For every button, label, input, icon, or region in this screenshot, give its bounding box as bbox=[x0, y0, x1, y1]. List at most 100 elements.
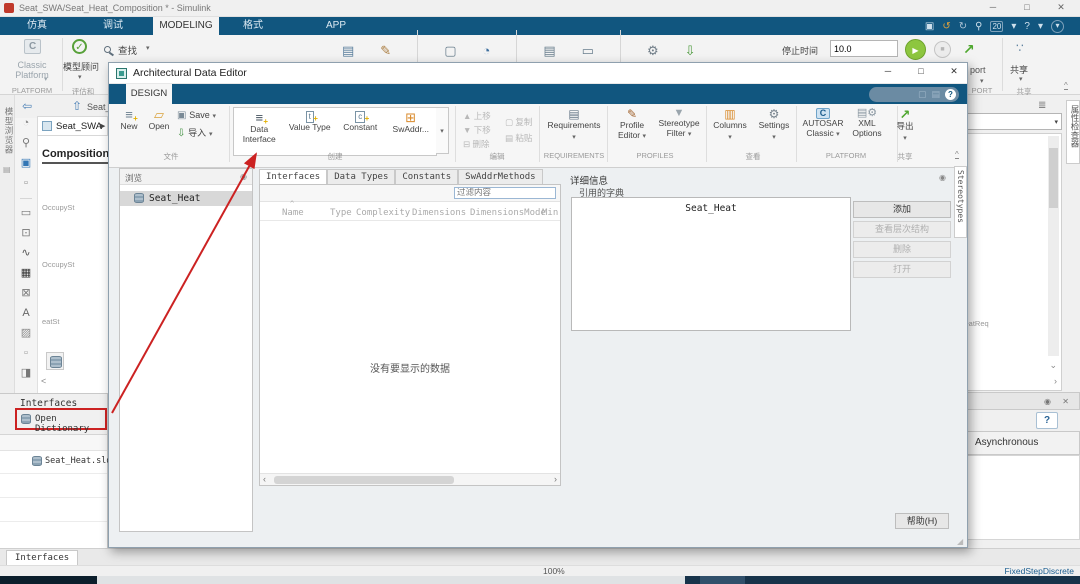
columns-button[interactable]: ▥ Columns ▾ bbox=[710, 108, 750, 142]
autosar-classic-button[interactable]: C AUTOSAR Classic ▾ bbox=[799, 108, 847, 139]
details-collapse-icon[interactable]: ◉ bbox=[939, 173, 946, 182]
panel-filter-icon[interactable]: ◉ bbox=[1044, 397, 1051, 406]
stop-button[interactable]: ■ bbox=[934, 41, 951, 58]
column-name[interactable]: Name bbox=[282, 208, 304, 218]
canvas[interactable]: Composition OccupySt OccupySt eatSt < bbox=[37, 136, 110, 393]
crossing-icon[interactable]: ⊠ bbox=[21, 288, 30, 299]
save-button[interactable]: ▣ Save ▾ bbox=[177, 110, 216, 121]
dialog-collapse-ribbon-icon[interactable]: ^ bbox=[955, 151, 959, 159]
tab-design[interactable]: DESIGN bbox=[126, 84, 172, 104]
taskbar-active-button[interactable] bbox=[700, 576, 745, 584]
column-dimensionsmode[interactable]: DimensionsMode bbox=[470, 208, 546, 218]
fit-view-icon[interactable]: ▣ bbox=[21, 158, 31, 169]
checklist-icon[interactable]: ▤ bbox=[543, 44, 555, 57]
grid-icon[interactable]: ▦ bbox=[21, 268, 31, 279]
viewport-icon[interactable]: ▭ bbox=[21, 208, 31, 219]
tab-simulation[interactable]: 仿真 bbox=[12, 17, 62, 35]
settings-button[interactable]: ⚙ Settings ▾ bbox=[754, 108, 794, 142]
screenshot-dropdown-icon[interactable]: ▾ bbox=[1011, 21, 1016, 32]
find-button[interactable]: 查找 bbox=[118, 43, 137, 57]
open-dictionary-button[interactable]: Open Dictionary bbox=[35, 414, 107, 434]
hide-markup-icon[interactable]: ◔ bbox=[23, 118, 30, 129]
annotation-icon[interactable]: ✎ bbox=[380, 44, 391, 57]
image-annotation-icon[interactable]: ▨ bbox=[21, 328, 31, 339]
open-button[interactable]: ▱ Open bbox=[145, 108, 173, 132]
data-interface-button[interactable]: ≡ Data Interface bbox=[234, 108, 285, 155]
scroll-right-icon[interactable]: › bbox=[1054, 376, 1057, 386]
scroll-right-icon[interactable]: › bbox=[554, 474, 557, 484]
inspector-combobox[interactable]: ▾ bbox=[966, 113, 1062, 130]
tab-app[interactable]: APP bbox=[315, 17, 357, 35]
dictionary-block[interactable] bbox=[46, 352, 64, 370]
doc-tab-interfaces[interactable]: Interfaces bbox=[6, 550, 79, 565]
signal-icon[interactable]: ∿ bbox=[21, 248, 30, 259]
classic-platform-button[interactable]: Classic Platform bbox=[4, 60, 60, 81]
mini-icon[interactable]: ▤ bbox=[931, 89, 940, 100]
column-complexity[interactable]: Complexity bbox=[356, 208, 410, 218]
tree-item-seat-heat[interactable]: Seat_Heat bbox=[120, 191, 252, 206]
collapse-ribbon-icon[interactable]: ^ bbox=[1064, 82, 1068, 90]
redo-icon[interactable]: ↻ bbox=[959, 21, 967, 32]
view-hierarchy-button[interactable]: 查看层次结构 bbox=[853, 221, 951, 238]
new-button[interactable]: ≡ New bbox=[117, 108, 141, 132]
filter-input[interactable] bbox=[454, 187, 556, 199]
help-dropdown-icon[interactable]: ▾ bbox=[1038, 21, 1043, 32]
model-advisor-button[interactable]: 模型顾问 bbox=[60, 60, 102, 73]
requirements-button[interactable]: ▤ Requirements ▾ bbox=[543, 108, 605, 142]
mini-icon[interactable]: ▢ bbox=[918, 89, 927, 100]
profile-editor-button[interactable]: ✎ Profile Editor ▾ bbox=[610, 108, 654, 141]
xml-options-button[interactable]: ▤⚙ XML Options bbox=[845, 108, 889, 139]
search-icon[interactable]: ⚲ bbox=[975, 21, 982, 32]
screenshot-badge[interactable]: 20 bbox=[990, 21, 1004, 32]
window-close-button[interactable]: ✕ bbox=[1050, 2, 1072, 13]
delete-button[interactable]: ⊟ 删除 bbox=[463, 138, 490, 150]
stereotype-filter-button[interactable]: ▼ Stereotype Filter ▾ bbox=[655, 108, 703, 139]
region-icon[interactable]: ▫ bbox=[24, 178, 28, 189]
tab-constants[interactable]: Constants bbox=[395, 169, 459, 185]
clock-icon[interactable]: ◔ bbox=[483, 44, 491, 57]
column-type[interactable]: Type bbox=[330, 208, 352, 218]
scrollbar-thumb[interactable] bbox=[1049, 148, 1058, 208]
swaddr-button[interactable]: ⊞ SwAddr... bbox=[386, 108, 437, 155]
copy-button[interactable]: ▢ 复制 bbox=[505, 116, 532, 128]
dialog-close-button[interactable]: ✕ bbox=[943, 66, 965, 77]
import-button[interactable]: ⇩ 导入 ▾ bbox=[177, 128, 212, 139]
viewer-icon[interactable]: ◨ bbox=[21, 368, 31, 379]
window-layout-icon[interactable]: ▭ bbox=[582, 44, 594, 57]
subsystem-icon[interactable]: ⊡ bbox=[21, 228, 30, 239]
text-annotation-icon[interactable]: A bbox=[22, 308, 29, 319]
help-icon[interactable]: ? bbox=[1024, 21, 1030, 32]
tree-filter-icon[interactable]: ◉ bbox=[240, 172, 247, 181]
breadcrumb[interactable]: Seat_ bbox=[87, 102, 111, 112]
asynchronous-row[interactable]: Asynchronous bbox=[966, 431, 1080, 455]
tab-modeling[interactable]: MODELING bbox=[153, 17, 219, 35]
toolbar-options-icon[interactable]: ▾ bbox=[1051, 20, 1064, 33]
tab-data-types[interactable]: Data Types bbox=[327, 169, 396, 185]
column-dimensions[interactable]: Dimensions bbox=[412, 208, 466, 218]
import-icon[interactable]: ⇩ bbox=[685, 44, 696, 57]
scroll-down-icon[interactable]: ⌄ bbox=[1049, 360, 1057, 371]
tab-swaddrmethods[interactable]: SwAddrMethods bbox=[458, 169, 543, 185]
inspector-list-icon[interactable]: ≣ bbox=[1038, 100, 1046, 111]
tab-format[interactable]: 格式 bbox=[228, 17, 278, 35]
tab-interfaces[interactable]: Interfaces bbox=[259, 169, 328, 185]
dialog-export-button[interactable]: ↗ 导出 ▾ bbox=[887, 108, 923, 143]
sldd-file-row[interactable]: Seat_Heat.sldd bbox=[45, 456, 117, 466]
scroll-left-icon[interactable]: ‹ bbox=[263, 474, 266, 484]
export-button[interactable]: port bbox=[970, 65, 986, 75]
model-badge[interactable]: Seat_SWA bbox=[56, 121, 102, 132]
zoom-icon[interactable]: ⚲ bbox=[22, 138, 30, 149]
move-up-button[interactable]: ▲ 上移 bbox=[463, 110, 491, 122]
stereotypes-vertical-tab[interactable]: Stereotypes bbox=[954, 166, 967, 238]
horizontal-scrollbar[interactable]: ‹ › bbox=[260, 473, 560, 485]
model-browser-vertical-tab[interactable]: 模型浏览器 bbox=[3, 107, 15, 155]
window-minimize-button[interactable]: ─ bbox=[982, 2, 1004, 12]
column-min[interactable]: Min bbox=[542, 208, 558, 218]
gallery-dropdown-button[interactable]: ▾ bbox=[436, 107, 449, 154]
panel-close-icon[interactable]: ✕ bbox=[1062, 397, 1069, 406]
remove-button[interactable]: 删除 bbox=[853, 241, 951, 258]
up-icon[interactable]: ⇧ bbox=[72, 99, 82, 113]
open-button-details[interactable]: 打开 bbox=[853, 261, 951, 278]
taskbar-start-area[interactable] bbox=[0, 576, 97, 584]
dialog-maximize-button[interactable]: □ bbox=[910, 66, 932, 76]
